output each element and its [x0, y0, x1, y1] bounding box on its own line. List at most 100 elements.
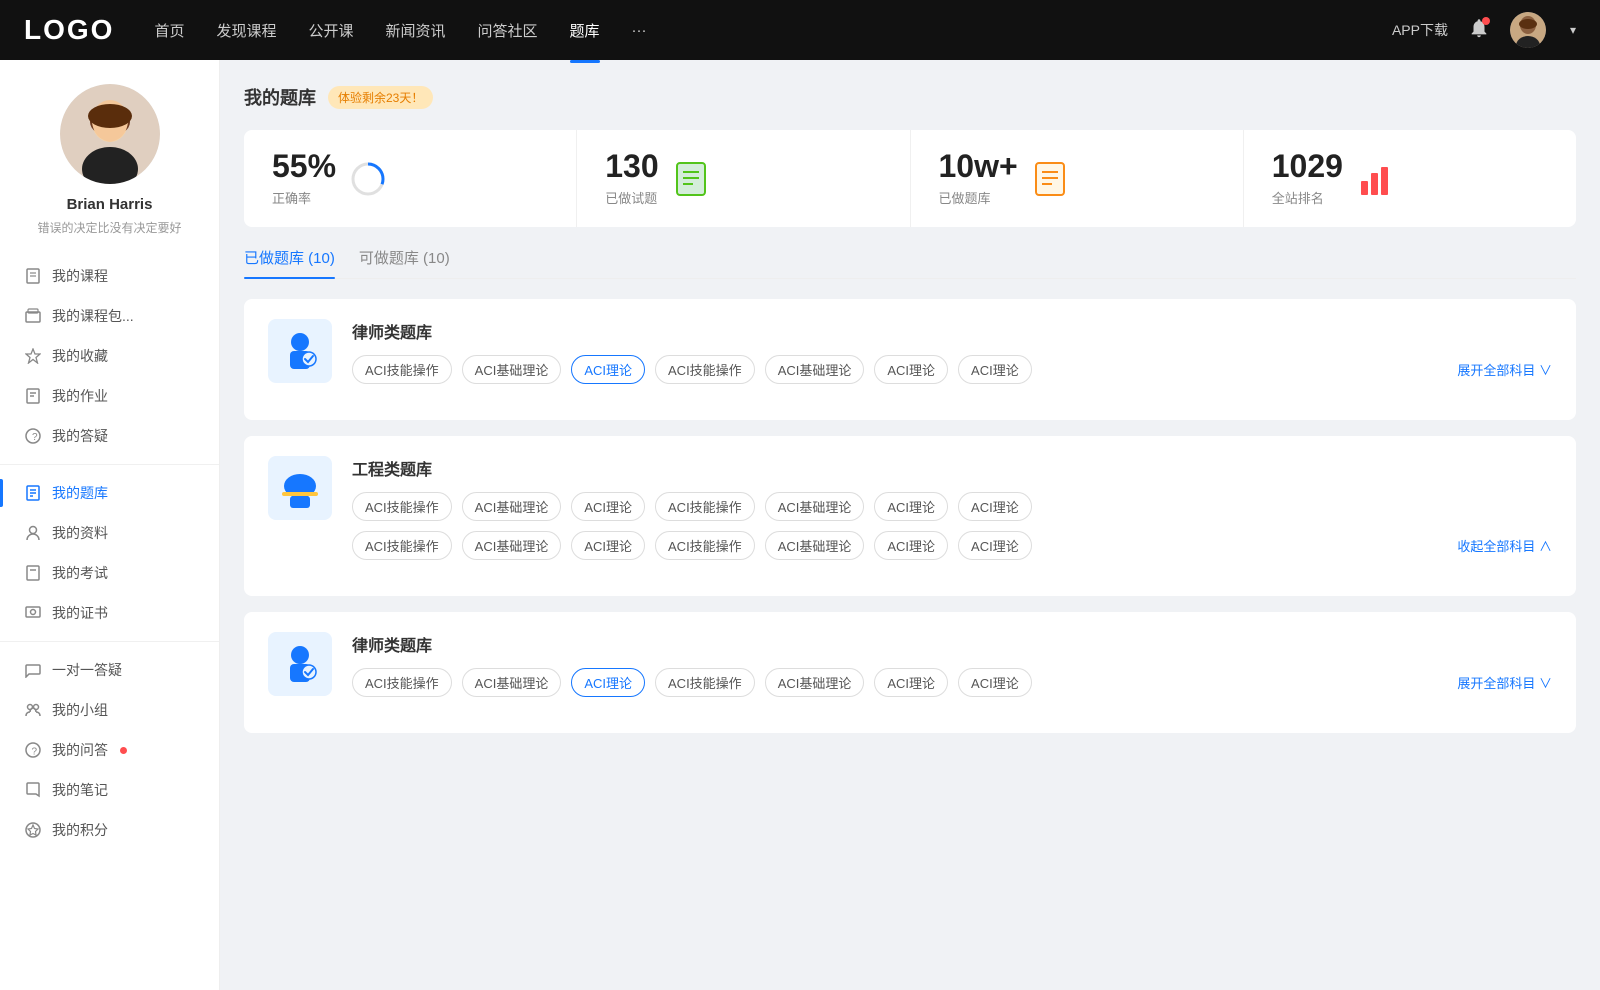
- navbar: LOGO 首页 发现课程 公开课 新闻资讯 问答社区 题库 ··· APP下载 …: [0, 0, 1600, 60]
- page-header: 我的题库 体验剩余23天！: [244, 84, 1576, 110]
- tag-item[interactable]: ACI技能操作: [655, 668, 755, 697]
- tag-item[interactable]: ACI理论: [874, 668, 948, 697]
- nav-qa[interactable]: 问答社区: [478, 16, 538, 45]
- sidebar-item-1on1[interactable]: 一对一答疑: [0, 650, 219, 690]
- navbar-right: APP下载 ▾: [1392, 12, 1576, 48]
- tag-item[interactable]: ACI理论: [874, 355, 948, 384]
- sidebar-motto: 错误的决定比没有决定要好: [21, 219, 197, 236]
- qbank-tabs: 已做题库 (10) 可做题库 (10): [244, 247, 1576, 279]
- nav-discover[interactable]: 发现课程: [216, 16, 276, 45]
- stat-value-donebanks: 10w+: [939, 150, 1018, 182]
- nav-more[interactable]: ···: [632, 18, 647, 43]
- qbank-title-2: 工程类题库: [352, 456, 1552, 480]
- tag-item[interactable]: ACI技能操作: [352, 355, 452, 384]
- tag-item[interactable]: ACI理论: [874, 531, 948, 560]
- qbank-card-header-3: 律师类题库 ACI技能操作 ACI基础理论 ACI理论 ACI技能操作 ACI基…: [268, 632, 1552, 697]
- qbank-icon: [24, 484, 42, 502]
- sidebar-item-exam[interactable]: 我的考试: [0, 553, 219, 593]
- sidebar-item-homework[interactable]: 我的作业: [0, 376, 219, 416]
- nav-qbank[interactable]: 题库: [570, 16, 600, 45]
- sidebar-item-courses[interactable]: 我的课程: [0, 256, 219, 296]
- tag-item[interactable]: ACI基础理论: [462, 492, 562, 521]
- main-content: 我的题库 体验剩余23天！ 55% 正确率: [220, 60, 1600, 990]
- tag-item[interactable]: ACI理论: [874, 492, 948, 521]
- tag-item[interactable]: ACI理论: [958, 668, 1032, 697]
- tag-item[interactable]: ACI理论: [571, 492, 645, 521]
- tag-item[interactable]: ACI基础理论: [765, 531, 865, 560]
- tab-available[interactable]: 可做题库 (10): [359, 247, 450, 278]
- qbank-tags-multi-2: ACI技能操作 ACI基础理论 ACI理论 ACI技能操作 ACI基础理论 AC…: [352, 492, 1552, 560]
- expand-link-1[interactable]: 展开全部科目 ∨: [1457, 360, 1552, 379]
- sidebar-item-label: 我的作业: [52, 386, 108, 406]
- sidebar-item-label: 我的笔记: [52, 780, 108, 800]
- tag-item[interactable]: ACI基础理论: [765, 668, 865, 697]
- user-avatar[interactable]: [1510, 12, 1546, 48]
- myqa-icon: ?: [24, 741, 42, 759]
- sidebar-item-qa[interactable]: ? 我的答疑: [0, 416, 219, 456]
- tag-item[interactable]: ACI基础理论: [462, 531, 562, 560]
- tag-item[interactable]: ACI基础理论: [765, 492, 865, 521]
- tag-item[interactable]: ACI基础理论: [462, 668, 562, 697]
- tag-item[interactable]: ACI理论: [571, 531, 645, 560]
- tag-item-active[interactable]: ACI理论: [571, 355, 645, 384]
- profile-icon: [24, 524, 42, 542]
- sidebar-item-label: 我的问答: [52, 740, 108, 760]
- tag-item[interactable]: ACI理论: [958, 492, 1032, 521]
- collapse-link-2[interactable]: 收起全部科目 ∧: [1457, 536, 1552, 555]
- sidebar-item-course-package[interactable]: 我的课程包...: [0, 296, 219, 336]
- stat-label-rank: 全站排名: [1272, 188, 1343, 207]
- nav-home[interactable]: 首页: [154, 16, 184, 45]
- tag-item[interactable]: ACI技能操作: [655, 531, 755, 560]
- sidebar-item-label: 我的考试: [52, 563, 108, 583]
- tag-item[interactable]: ACI技能操作: [352, 492, 452, 521]
- tag-item-active[interactable]: ACI理论: [571, 668, 645, 697]
- tag-item[interactable]: ACI基础理论: [462, 355, 562, 384]
- stat-rank: 1029 全站排名: [1244, 130, 1576, 227]
- expand-link-3[interactable]: 展开全部科目 ∨: [1457, 673, 1552, 692]
- sidebar-item-profile[interactable]: 我的资料: [0, 513, 219, 553]
- logo[interactable]: LOGO: [24, 14, 114, 46]
- layout: Brian Harris 错误的决定比没有决定要好 我的课程 我的课程包... …: [0, 60, 1600, 990]
- sidebar-item-points[interactable]: 我的积分: [0, 810, 219, 850]
- notification-dot: [1482, 17, 1490, 25]
- tag-item[interactable]: ACI理论: [958, 355, 1032, 384]
- qbank-title-3: 律师类题库: [352, 632, 1552, 656]
- svg-text:?: ?: [32, 432, 38, 443]
- sidebar-item-label: 我的答疑: [52, 426, 108, 446]
- donebanks-icon: [1032, 161, 1068, 197]
- qbank-card-header-1: 律师类题库 ACI技能操作 ACI基础理论 ACI理论 ACI技能操作 ACI基…: [268, 319, 1552, 384]
- notification-bell[interactable]: [1468, 17, 1490, 44]
- sidebar-item-label: 我的收藏: [52, 346, 108, 366]
- rank-icon: [1357, 161, 1393, 197]
- sidebar-item-notes[interactable]: 我的笔记: [0, 770, 219, 810]
- tab-done[interactable]: 已做题库 (10): [244, 247, 335, 278]
- tag-item[interactable]: ACI技能操作: [655, 492, 755, 521]
- tag-item[interactable]: ACI技能操作: [352, 668, 452, 697]
- app-download-link[interactable]: APP下载: [1392, 20, 1448, 40]
- user-menu-chevron[interactable]: ▾: [1570, 23, 1576, 37]
- sidebar-item-favorites[interactable]: 我的收藏: [0, 336, 219, 376]
- sidebar-divider: [0, 464, 219, 465]
- tag-item[interactable]: ACI技能操作: [352, 531, 452, 560]
- sidebar-item-label: 我的课程: [52, 266, 108, 286]
- qbank-card-2: 工程类题库 ACI技能操作 ACI基础理论 ACI理论 ACI技能操作 ACI基…: [244, 436, 1576, 596]
- qbank-card-header-2: 工程类题库 ACI技能操作 ACI基础理论 ACI理论 ACI技能操作 ACI基…: [268, 456, 1552, 560]
- nav-menu: 首页 发现课程 公开课 新闻资讯 问答社区 题库 ···: [154, 16, 1392, 45]
- cert-icon: [24, 604, 42, 622]
- sidebar-item-cert[interactable]: 我的证书: [0, 593, 219, 633]
- sidebar-item-qbank[interactable]: 我的题库: [0, 473, 219, 513]
- sidebar-item-label: 我的证书: [52, 603, 108, 623]
- qbank-lawyer-icon-3: [268, 632, 332, 696]
- sidebar-item-myqa[interactable]: ? 我的问答: [0, 730, 219, 770]
- points-icon: [24, 821, 42, 839]
- qbank-lawyer-icon-1: [268, 319, 332, 383]
- sidebar-item-group[interactable]: 我的小组: [0, 690, 219, 730]
- tag-item[interactable]: ACI技能操作: [655, 355, 755, 384]
- tag-item[interactable]: ACI基础理论: [765, 355, 865, 384]
- nav-news[interactable]: 新闻资讯: [386, 16, 446, 45]
- tag-item[interactable]: ACI理论: [958, 531, 1032, 560]
- stat-label-donequestions: 已做试题: [605, 188, 658, 207]
- svg-text:?: ?: [32, 747, 38, 758]
- sidebar-menu: 我的课程 我的课程包... 我的收藏 我的作业: [0, 256, 219, 850]
- nav-opencourse[interactable]: 公开课: [308, 16, 353, 45]
